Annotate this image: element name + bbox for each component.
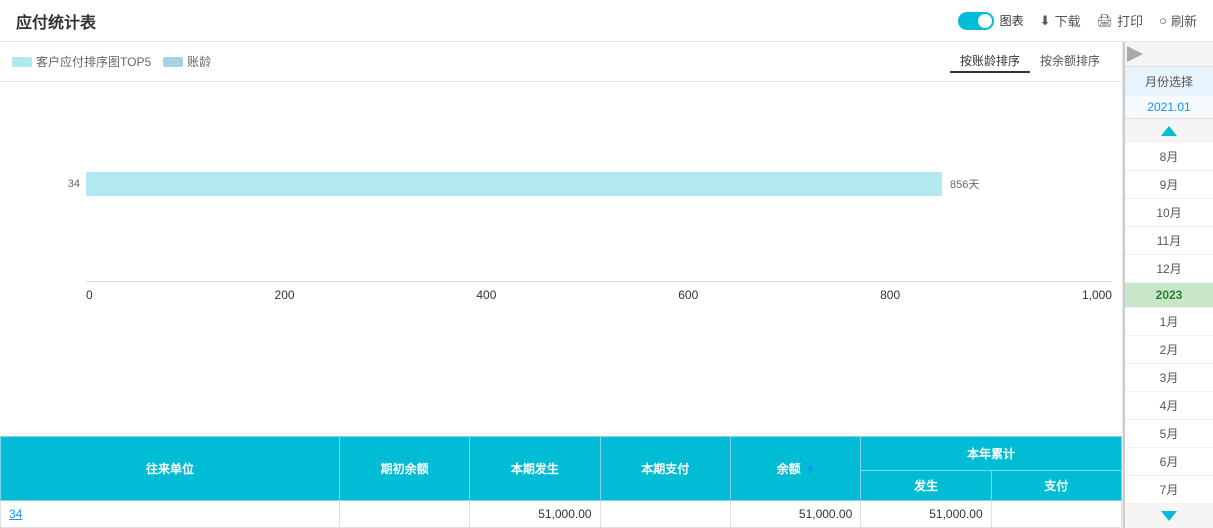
print-icon: 🖨 bbox=[1097, 13, 1114, 29]
col-header-balance: 余额 ⬆ bbox=[730, 437, 860, 501]
sidebar-month-item-7[interactable]: 2月 bbox=[1125, 336, 1213, 364]
col-header-ytd-pay: 支付 bbox=[991, 471, 1121, 501]
sidebar-month-item-6[interactable]: 1月 bbox=[1125, 308, 1213, 336]
chart-toggle-wrapper[interactable]: 图表 bbox=[958, 12, 1024, 30]
legend-color-2 bbox=[163, 57, 183, 67]
chevron-right-icon bbox=[1127, 46, 1143, 62]
table-row: 34 51,000.00 51,000.00 51,000.00 bbox=[1, 501, 1122, 528]
x-axis-labels: 0 200 400 600 800 1,000 bbox=[86, 288, 1112, 302]
col-header-ytd: 本年累计 bbox=[861, 437, 1122, 471]
x-label-600: 600 bbox=[678, 288, 698, 302]
chart-legend: 客户应付排序图TOP5 账龄 bbox=[12, 53, 211, 70]
sidebar-month-item-3[interactable]: 11月 bbox=[1125, 227, 1213, 255]
x-label-400: 400 bbox=[476, 288, 496, 302]
col-header-period-occur: 本期发生 bbox=[470, 437, 600, 501]
x-label-0: 0 bbox=[86, 288, 93, 302]
sidebar-month-item-5[interactable]: 2023 bbox=[1125, 283, 1213, 308]
chart-toolbar: 客户应付排序图TOP5 账龄 按账龄排序 按余额排序 bbox=[0, 42, 1122, 82]
sidebar-header-label: 月份选择 bbox=[1145, 73, 1193, 90]
sidebar-month-item-10[interactable]: 5月 bbox=[1125, 420, 1213, 448]
bar-label-0: 34 bbox=[50, 178, 80, 190]
cell-ytd-occur-0: 51,000.00 bbox=[861, 501, 991, 528]
bar-fill-0 bbox=[86, 172, 942, 196]
sidebar-month-item-11[interactable]: 6月 bbox=[1125, 448, 1213, 476]
x-label-1000: 1,000 bbox=[1082, 288, 1112, 302]
unit-link-0[interactable]: 34 bbox=[9, 507, 22, 521]
sidebar-month-item-9[interactable]: 4月 bbox=[1125, 392, 1213, 420]
refresh-icon: ○ bbox=[1159, 13, 1167, 28]
legend-item-2: 账龄 bbox=[163, 53, 211, 70]
bar-chart: 34 856天 0 200 400 600 800 bbox=[50, 92, 1112, 312]
sidebar-month-item-8[interactable]: 3月 bbox=[1125, 364, 1213, 392]
arrow-down-icon bbox=[1161, 511, 1177, 521]
sidebar-month-item-2[interactable]: 10月 bbox=[1125, 199, 1213, 227]
cell-period-occur-0: 51,000.00 bbox=[470, 501, 600, 528]
right-sidebar: 月份选择 8月9月10月11月12月20231月2月3月4月5月6月7月 bbox=[1123, 42, 1213, 528]
sort-by-account-btn[interactable]: 按账龄排序 bbox=[950, 50, 1030, 73]
sidebar-nav-up-btn[interactable] bbox=[1125, 119, 1213, 143]
sidebar-year-input[interactable] bbox=[1125, 96, 1213, 119]
sidebar-expand-btn[interactable] bbox=[1125, 42, 1213, 67]
legend-color-1 bbox=[12, 57, 32, 67]
cell-balance-0: 51,000.00 bbox=[730, 501, 860, 528]
print-label: 打印 bbox=[1117, 11, 1143, 30]
refresh-button[interactable]: ○ 刷新 bbox=[1159, 11, 1197, 30]
header-actions: 图表 ⬇ 下载 🖨 打印 ○ 刷新 bbox=[958, 11, 1197, 30]
page-header: 应付统计表 图表 ⬇ 下载 🖨 打印 ○ 刷新 bbox=[0, 0, 1213, 42]
x-label-200: 200 bbox=[275, 288, 295, 302]
x-label-800: 800 bbox=[880, 288, 900, 302]
cell-unit-0: 34 bbox=[1, 501, 340, 528]
download-label: 下载 bbox=[1055, 11, 1081, 30]
col-header-ytd-occur: 发生 bbox=[861, 471, 991, 501]
table-section: 往来单位 期初余额 本期发生 本期支付 余额 ⬆ 本年累计 发生 bbox=[0, 436, 1122, 528]
page-title: 应付统计表 bbox=[16, 9, 96, 33]
balance-sort-icon: ⬆ bbox=[806, 465, 814, 476]
data-table: 往来单位 期初余额 本期发生 本期支付 余额 ⬆ 本年累计 发生 bbox=[0, 436, 1122, 528]
legend-label-1: 客户应付排序图TOP5 bbox=[36, 53, 151, 70]
sidebar-month-item-4[interactable]: 12月 bbox=[1125, 255, 1213, 283]
bar-row-0: 34 856天 bbox=[50, 172, 1112, 196]
sidebar-month-item-12[interactable]: 7月 bbox=[1125, 476, 1213, 504]
print-button[interactable]: 🖨 打印 bbox=[1097, 11, 1144, 30]
cell-period-pay-0 bbox=[600, 501, 730, 528]
refresh-label: 刷新 bbox=[1171, 11, 1197, 30]
download-button[interactable]: ⬇ 下载 bbox=[1040, 11, 1081, 30]
legend-label-2: 账龄 bbox=[187, 53, 211, 70]
sort-by-balance-btn[interactable]: 按余额排序 bbox=[1030, 50, 1110, 73]
sidebar-month-item-0[interactable]: 8月 bbox=[1125, 143, 1213, 171]
sidebar-header: 月份选择 bbox=[1125, 67, 1213, 96]
chart-section: 客户应付排序图TOP5 账龄 按账龄排序 按余额排序 bbox=[0, 42, 1123, 528]
sidebar-month-item-1[interactable]: 9月 bbox=[1125, 171, 1213, 199]
col-header-unit: 往来单位 bbox=[1, 437, 340, 501]
chart-label: 图表 bbox=[1000, 12, 1024, 29]
chart-sort-buttons: 按账龄排序 按余额排序 bbox=[950, 50, 1110, 73]
chart-area: 34 856天 0 200 400 600 800 bbox=[0, 82, 1122, 432]
col-header-period-pay: 本期支付 bbox=[600, 437, 730, 501]
arrow-up-icon bbox=[1161, 126, 1177, 136]
cell-opening-0 bbox=[339, 501, 469, 528]
chart-canvas: 34 856天 0 200 400 600 800 bbox=[50, 92, 1112, 352]
bar-end-label-0: 856天 bbox=[950, 176, 979, 192]
legend-item-1: 客户应付排序图TOP5 bbox=[12, 53, 151, 70]
download-icon: ⬇ bbox=[1040, 13, 1051, 29]
chart-toggle[interactable] bbox=[958, 12, 994, 30]
cell-ytd-pay-0 bbox=[991, 501, 1121, 528]
content-area: 客户应付排序图TOP5 账龄 按账龄排序 按余额排序 bbox=[0, 42, 1213, 528]
col-header-opening: 期初余额 bbox=[339, 437, 469, 501]
sidebar-nav-down-btn[interactable] bbox=[1125, 504, 1213, 528]
sidebar-month-list: 8月9月10月11月12月20231月2月3月4月5月6月7月 bbox=[1125, 143, 1213, 504]
x-axis-line bbox=[86, 281, 1112, 282]
